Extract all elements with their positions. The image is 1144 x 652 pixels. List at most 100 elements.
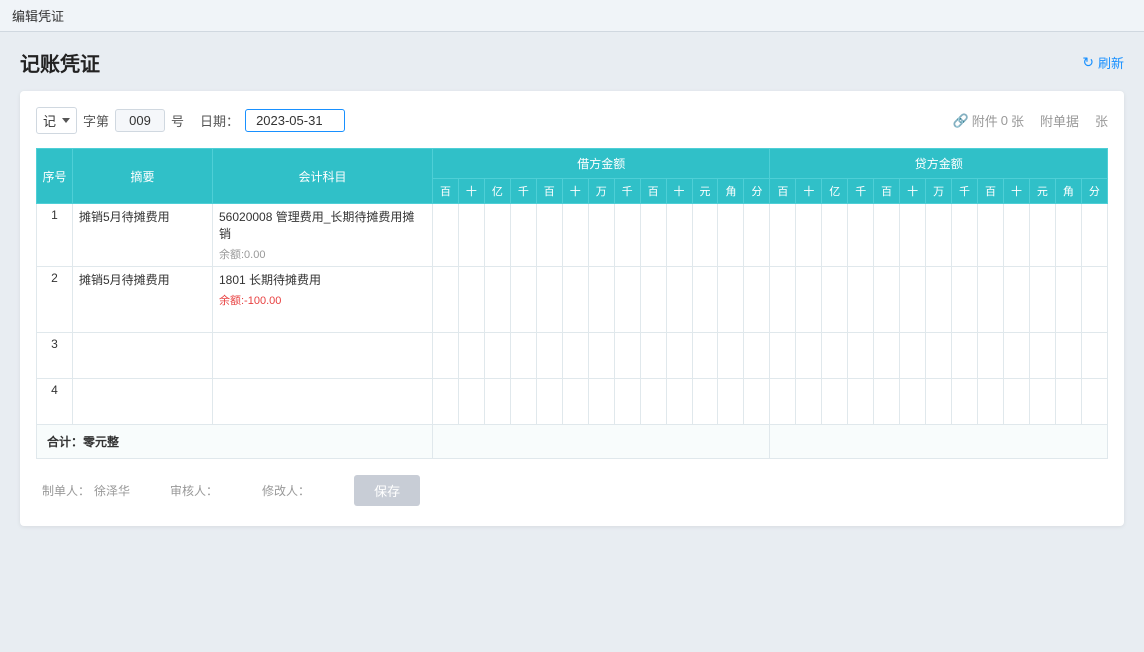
debit-cell-3[interactable] xyxy=(510,204,536,267)
debit-cell-3[interactable] xyxy=(510,379,536,425)
debit-cell-11[interactable] xyxy=(718,333,744,379)
debit-cell-9[interactable] xyxy=(666,267,692,333)
debit-cell-8[interactable] xyxy=(640,267,666,333)
debit-cell-6[interactable] xyxy=(588,267,614,333)
summary-cell[interactable] xyxy=(73,379,213,425)
debit-cell-7[interactable] xyxy=(614,379,640,425)
credit-cell-12[interactable] xyxy=(1081,267,1107,333)
debit-cell-12[interactable] xyxy=(744,333,770,379)
credit-cell-9[interactable] xyxy=(1003,379,1029,425)
debit-cell-10[interactable] xyxy=(692,204,718,267)
account-cell[interactable]: 56020008 管理费用_长期待摊费用摊销余额:0.00 xyxy=(213,204,433,267)
debit-cell-7[interactable] xyxy=(614,267,640,333)
debit-cell-2[interactable] xyxy=(484,333,510,379)
debit-cell-12[interactable] xyxy=(744,267,770,333)
debit-cell-11[interactable] xyxy=(718,204,744,267)
credit-cell-2[interactable] xyxy=(822,333,848,379)
debit-cell-7[interactable] xyxy=(614,333,640,379)
credit-cell-8[interactable] xyxy=(978,267,1004,333)
debit-cell-10[interactable] xyxy=(692,333,718,379)
credit-cell-1[interactable] xyxy=(796,267,822,333)
debit-cell-12[interactable] xyxy=(744,204,770,267)
account-cell[interactable]: 1801 长期待摊费用余额:-100.00 xyxy=(213,267,433,333)
credit-cell-10[interactable] xyxy=(1029,333,1055,379)
debit-cell-2[interactable] xyxy=(484,379,510,425)
debit-cell-0[interactable] xyxy=(433,204,459,267)
credit-cell-4[interactable] xyxy=(874,333,900,379)
credit-cell-9[interactable] xyxy=(1003,267,1029,333)
debit-cell-1[interactable] xyxy=(458,379,484,425)
debit-cell-11[interactable] xyxy=(718,267,744,333)
debit-cell-1[interactable] xyxy=(458,333,484,379)
credit-cell-8[interactable] xyxy=(978,204,1004,267)
debit-cell-9[interactable] xyxy=(666,333,692,379)
debit-cell-0[interactable] xyxy=(433,267,459,333)
credit-cell-9[interactable] xyxy=(1003,204,1029,267)
debit-cell-0[interactable] xyxy=(433,333,459,379)
credit-cell-0[interactable] xyxy=(770,333,796,379)
save-button[interactable]: 保存 xyxy=(354,475,420,506)
credit-cell-7[interactable] xyxy=(952,267,978,333)
credit-cell-0[interactable] xyxy=(770,204,796,267)
debit-cell-9[interactable] xyxy=(666,204,692,267)
summary-cell[interactable]: 摊销5月待摊费用 xyxy=(73,204,213,267)
credit-cell-5[interactable] xyxy=(900,267,926,333)
debit-cell-8[interactable] xyxy=(640,333,666,379)
credit-cell-3[interactable] xyxy=(848,267,874,333)
date-input[interactable]: 2023-05-31 xyxy=(245,109,345,132)
voucher-number-input[interactable]: 009 xyxy=(115,109,165,132)
account-cell[interactable] xyxy=(213,379,433,425)
debit-cell-4[interactable] xyxy=(536,267,562,333)
debit-cell-5[interactable] xyxy=(562,379,588,425)
debit-cell-6[interactable] xyxy=(588,204,614,267)
credit-cell-2[interactable] xyxy=(822,204,848,267)
credit-cell-5[interactable] xyxy=(900,379,926,425)
credit-cell-1[interactable] xyxy=(796,379,822,425)
summary-cell[interactable] xyxy=(73,333,213,379)
credit-cell-7[interactable] xyxy=(952,333,978,379)
credit-cell-5[interactable] xyxy=(900,333,926,379)
summary-cell[interactable]: 摊销5月待摊费用 xyxy=(73,267,213,333)
debit-cell-8[interactable] xyxy=(640,379,666,425)
debit-cell-1[interactable] xyxy=(458,267,484,333)
credit-cell-12[interactable] xyxy=(1081,204,1107,267)
credit-cell-6[interactable] xyxy=(926,204,952,267)
debit-cell-12[interactable] xyxy=(744,379,770,425)
credit-cell-2[interactable] xyxy=(822,267,848,333)
debit-cell-4[interactable] xyxy=(536,204,562,267)
credit-cell-6[interactable] xyxy=(926,267,952,333)
debit-cell-6[interactable] xyxy=(588,379,614,425)
debit-cell-5[interactable] xyxy=(562,204,588,267)
credit-cell-3[interactable] xyxy=(848,333,874,379)
credit-cell-12[interactable] xyxy=(1081,379,1107,425)
credit-cell-11[interactable] xyxy=(1055,379,1081,425)
credit-cell-1[interactable] xyxy=(796,333,822,379)
credit-cell-3[interactable] xyxy=(848,204,874,267)
debit-cell-2[interactable] xyxy=(484,204,510,267)
credit-cell-11[interactable] xyxy=(1055,267,1081,333)
credit-cell-9[interactable] xyxy=(1003,333,1029,379)
credit-cell-7[interactable] xyxy=(952,204,978,267)
attachment-link[interactable]: 🔗 附件 0 张 xyxy=(953,111,1024,130)
credit-cell-10[interactable] xyxy=(1029,267,1055,333)
credit-cell-11[interactable] xyxy=(1055,204,1081,267)
debit-cell-7[interactable] xyxy=(614,204,640,267)
debit-cell-6[interactable] xyxy=(588,333,614,379)
debit-cell-11[interactable] xyxy=(718,379,744,425)
debit-cell-4[interactable] xyxy=(536,379,562,425)
credit-cell-5[interactable] xyxy=(900,204,926,267)
credit-cell-6[interactable] xyxy=(926,333,952,379)
debit-cell-9[interactable] xyxy=(666,379,692,425)
credit-cell-4[interactable] xyxy=(874,379,900,425)
credit-cell-12[interactable] xyxy=(1081,333,1107,379)
debit-cell-3[interactable] xyxy=(510,333,536,379)
voucher-type-select[interactable]: 记 xyxy=(36,107,77,134)
credit-cell-11[interactable] xyxy=(1055,333,1081,379)
debit-cell-5[interactable] xyxy=(562,333,588,379)
credit-cell-3[interactable] xyxy=(848,379,874,425)
attach-single-button[interactable]: 附单据 xyxy=(1040,111,1079,130)
credit-cell-10[interactable] xyxy=(1029,204,1055,267)
debit-cell-4[interactable] xyxy=(536,333,562,379)
credit-cell-1[interactable] xyxy=(796,204,822,267)
credit-cell-2[interactable] xyxy=(822,379,848,425)
